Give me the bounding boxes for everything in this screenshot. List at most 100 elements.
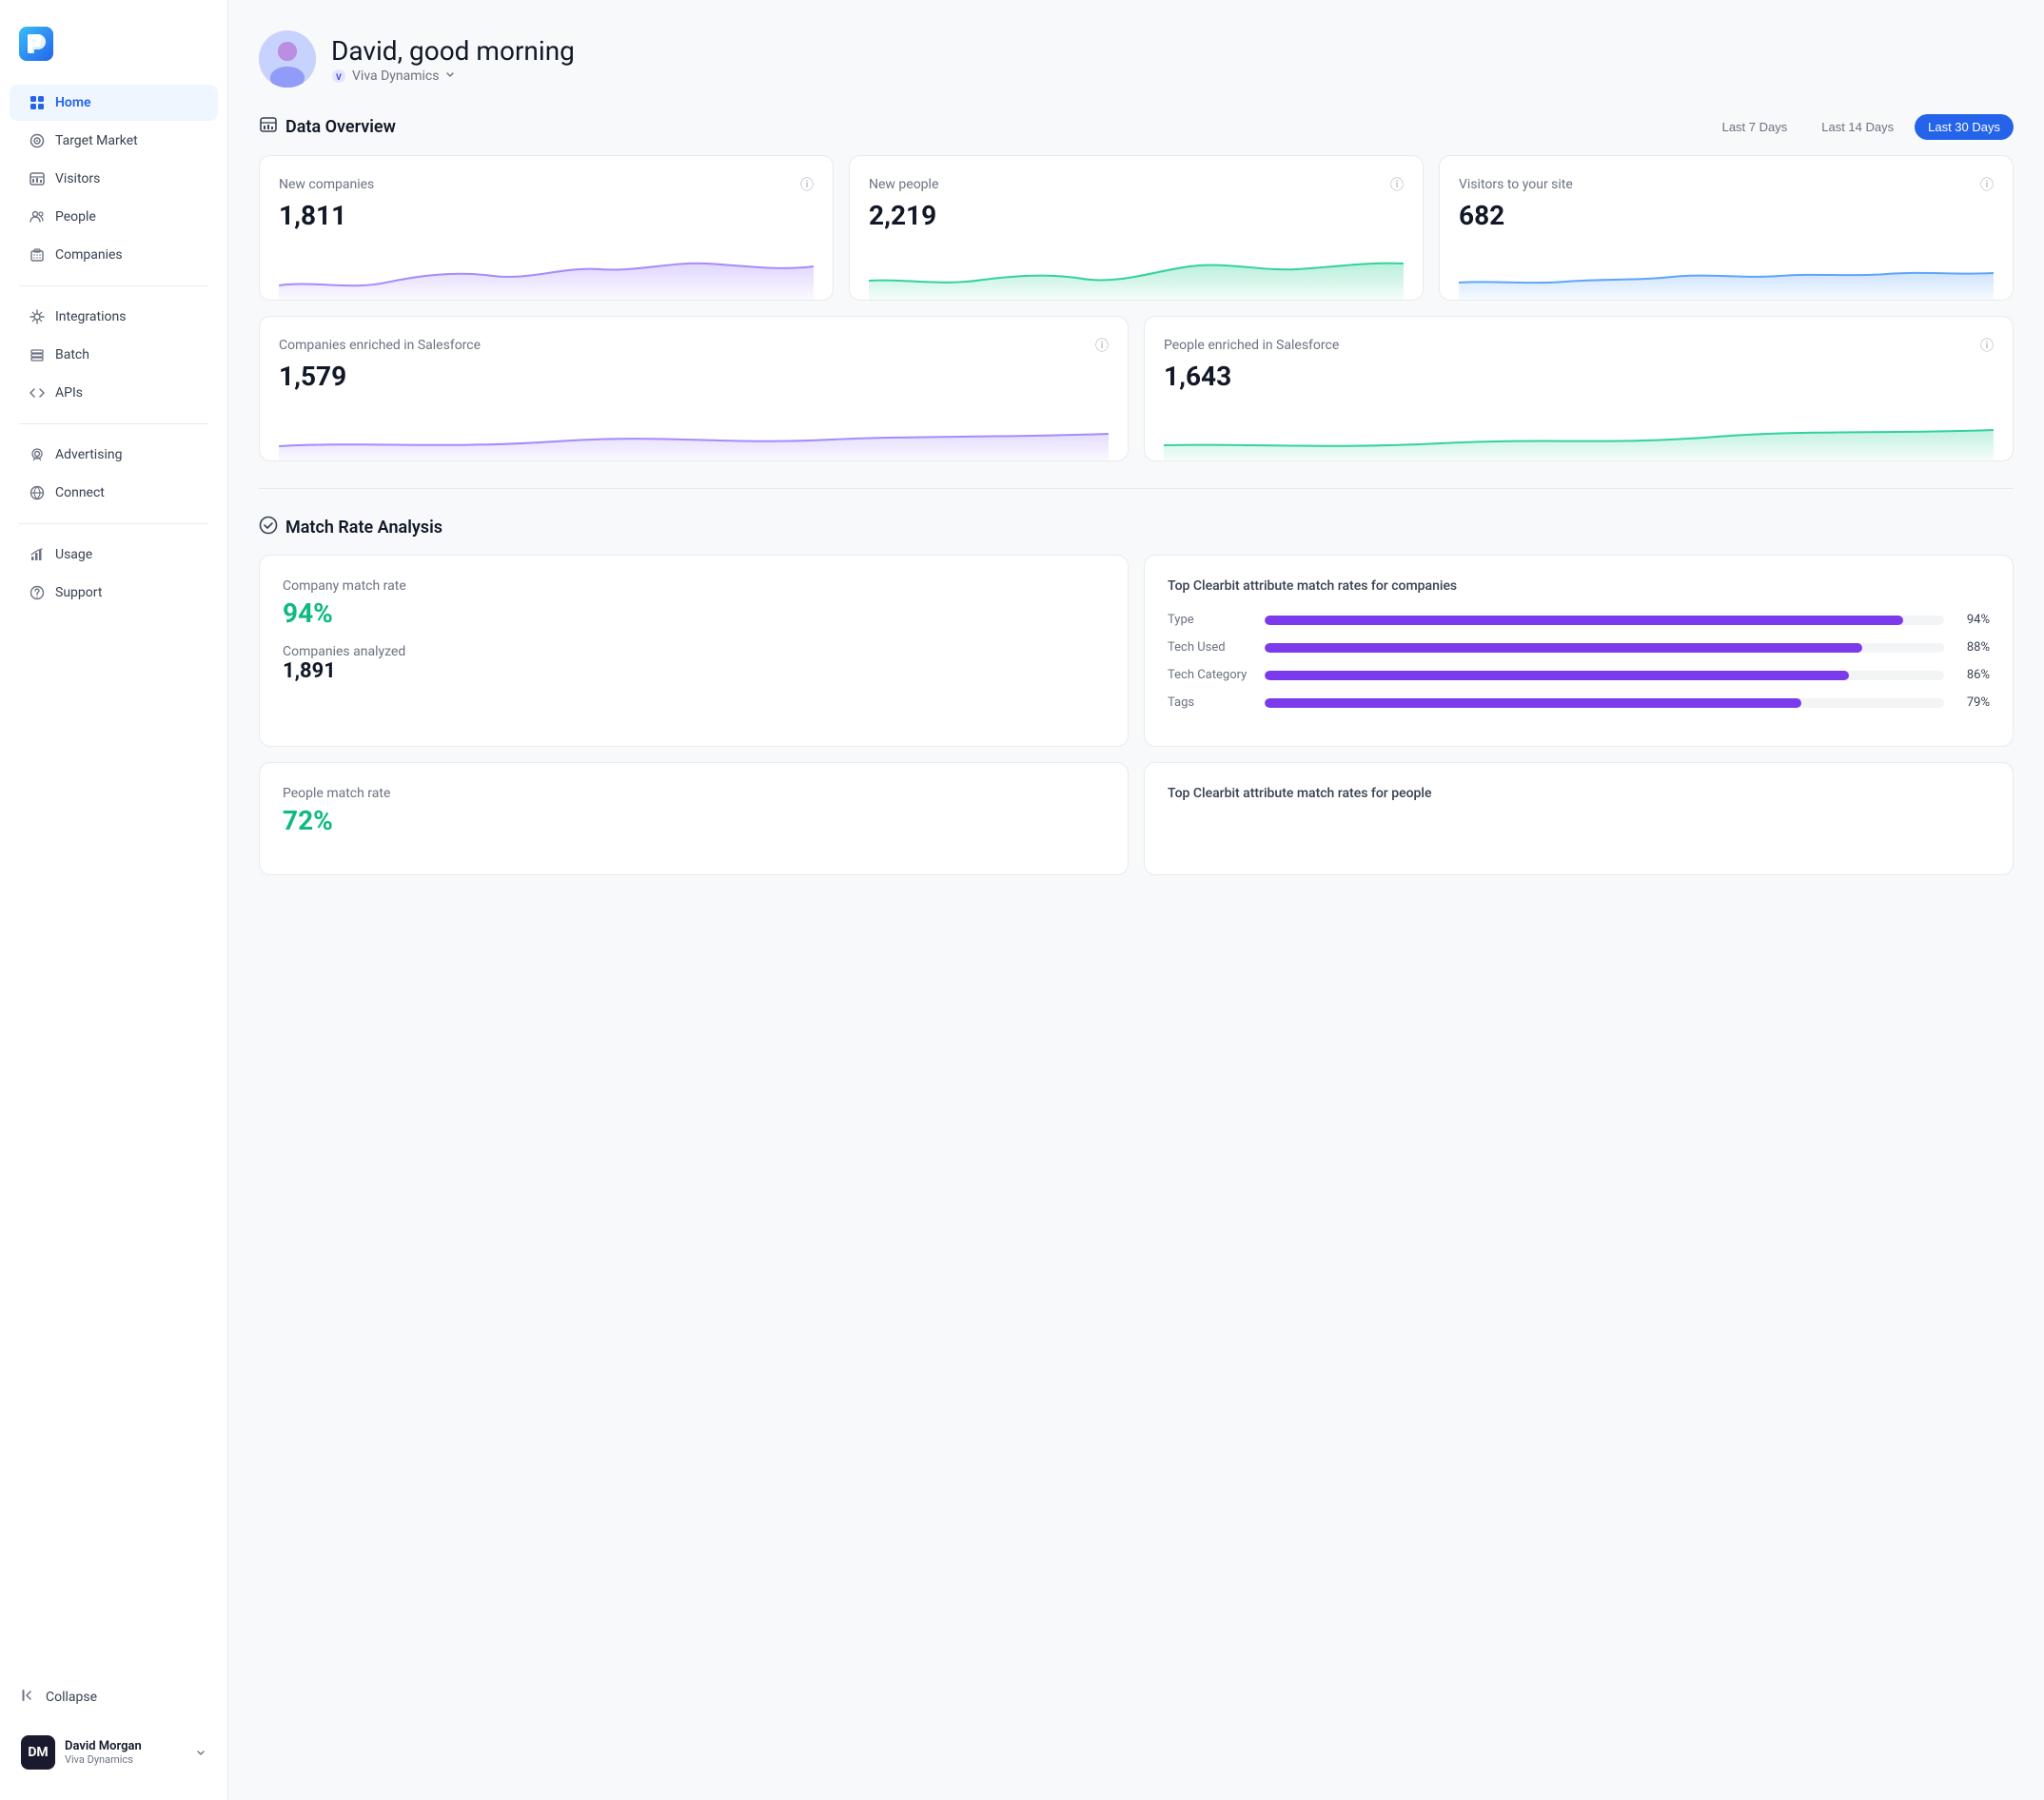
- user-info: David Morgan Viva Dynamics: [65, 1739, 186, 1766]
- sidebar-item-label: People: [55, 209, 96, 225]
- people-bar-chart-card: Top Clearbit attribute match rates for p…: [1144, 762, 2014, 875]
- company-bar-chart-card: Top Clearbit attribute match rates for c…: [1144, 555, 2014, 747]
- nav-divider-3: [19, 523, 208, 524]
- sidebar-item-integrations[interactable]: Integrations: [10, 299, 218, 335]
- sidebar-item-advertising[interactable]: Advertising: [10, 437, 218, 473]
- advertising-icon: [29, 446, 46, 463]
- company-match-rate-label: Company match rate: [283, 578, 1105, 594]
- new-companies-card: New companies ⓘ 1,811: [259, 155, 834, 301]
- data-overview-label: Data Overview: [285, 117, 396, 137]
- sidebar-item-target-market[interactable]: Target Market: [10, 123, 218, 159]
- people-enriched-label: People enriched in Salesforce: [1164, 338, 1339, 353]
- sidebar-item-label: Visitors: [55, 171, 100, 186]
- greeting-name: David,: [331, 35, 403, 67]
- new-people-card: New people ⓘ 2,219: [849, 155, 1424, 301]
- org-name: Viva Dynamics: [352, 68, 439, 84]
- people-match-rate-label: People match rate: [283, 786, 1105, 801]
- time-filter-group: Last 7 Days Last 14 Days Last 30 Days: [1709, 114, 2014, 140]
- new-people-label: New people: [869, 177, 938, 192]
- sidebar-item-support[interactable]: Support: [10, 575, 218, 611]
- people-enriched-card: People enriched in Salesforce ⓘ 1,643: [1144, 316, 2014, 461]
- people-match-rate-card: People match rate 72%: [259, 762, 1129, 875]
- section-divider-1: [259, 488, 2014, 489]
- bar-pct: 86%: [1956, 668, 1990, 682]
- visitors-icon: [29, 170, 46, 187]
- org-icon: V: [331, 68, 346, 84]
- org-row: V Viva Dynamics: [331, 68, 575, 84]
- visitors-info-icon[interactable]: ⓘ: [1980, 175, 1994, 194]
- match-rate-icon: [259, 516, 278, 539]
- new-companies-value: 1,811: [279, 200, 814, 231]
- sidebar-item-label: Support: [55, 585, 102, 600]
- bar-fill: [1265, 616, 1903, 625]
- target-icon: [29, 132, 46, 149]
- bar-label: Tech Category: [1168, 668, 1253, 682]
- company-match-rate-card: Company match rate 94% Companies analyze…: [259, 555, 1129, 747]
- data-overview-icon: [259, 115, 278, 139]
- match-rate-header: Match Rate Analysis: [259, 516, 2014, 539]
- usage-icon: [29, 546, 46, 563]
- sidebar-item-visitors[interactable]: Visitors: [10, 161, 218, 197]
- people-match-rate-value: 72%: [283, 805, 1105, 836]
- new-people-info-icon[interactable]: ⓘ: [1390, 175, 1404, 194]
- people-enriched-info-icon[interactable]: ⓘ: [1980, 336, 1994, 355]
- sidebar-item-label: Integrations: [55, 309, 126, 324]
- companies-analyzed-label: Companies analyzed: [283, 644, 1105, 659]
- companies-icon: [29, 246, 46, 264]
- sidebar-item-label: Batch: [55, 347, 89, 362]
- bar-track: [1265, 671, 1944, 680]
- people-bar-chart-title: Top Clearbit attribute match rates for p…: [1168, 786, 1990, 801]
- companies-enriched-info-icon[interactable]: ⓘ: [1095, 336, 1109, 355]
- bar-track: [1265, 643, 1944, 653]
- data-overview-header: Data Overview Last 7 Days Last 14 Days L…: [259, 114, 2014, 140]
- bar-label: Tech Used: [1168, 640, 1253, 655]
- user-company: Viva Dynamics: [65, 1753, 186, 1766]
- match-rate-row-1: Company match rate 94% Companies analyze…: [259, 555, 2014, 747]
- sidebar-item-home[interactable]: Home: [10, 85, 218, 121]
- sidebar-item-batch[interactable]: Batch: [10, 337, 218, 373]
- user-avatar: DM: [21, 1735, 55, 1770]
- sidebar: Home Target Market Visitors: [0, 0, 228, 1800]
- time-filter-14-days[interactable]: Last 14 Days: [1808, 114, 1907, 140]
- home-icon: [29, 94, 46, 111]
- app-logo: [19, 27, 53, 61]
- visitors-card: Visitors to your site ⓘ 682: [1439, 155, 2014, 301]
- sidebar-item-apis[interactable]: APIs: [10, 375, 218, 411]
- user-profile-avatar: [259, 30, 316, 88]
- collapse-button[interactable]: Collapse: [10, 1678, 218, 1716]
- greeting-suffix: good morning: [403, 35, 575, 67]
- sidebar-item-people[interactable]: People: [10, 199, 218, 235]
- new-companies-info-icon[interactable]: ⓘ: [800, 175, 814, 194]
- sidebar-item-companies[interactable]: Companies: [10, 237, 218, 273]
- people-enriched-sparkline: [1164, 403, 1994, 460]
- data-overview-title: Data Overview: [259, 115, 396, 139]
- sidebar-item-connect[interactable]: Connect: [10, 475, 218, 511]
- page-header: David, good morning V Viva Dynamics: [259, 30, 2014, 88]
- companies-enriched-card: Companies enriched in Salesforce ⓘ 1,579: [259, 316, 1129, 461]
- companies-enriched-sparkline: [279, 403, 1109, 460]
- time-filter-7-days[interactable]: Last 7 Days: [1709, 114, 1801, 140]
- bar-fill: [1265, 643, 1862, 653]
- nav-divider-1: [19, 285, 208, 286]
- connect-icon: [29, 484, 46, 501]
- apis-icon: [29, 384, 46, 401]
- stat-cards-row-1: New companies ⓘ 1,811: [259, 155, 2014, 301]
- user-menu[interactable]: DM David Morgan Viva Dynamics: [10, 1724, 218, 1781]
- bar-row: Type 94%: [1168, 613, 1990, 627]
- user-name: David Morgan: [65, 1739, 186, 1753]
- new-companies-sparkline: [279, 243, 814, 300]
- svg-text:V: V: [336, 73, 342, 83]
- org-chevron-icon[interactable]: [444, 68, 456, 83]
- company-match-rate-value: 94%: [283, 597, 1105, 629]
- time-filter-30-days[interactable]: Last 30 Days: [1915, 114, 2014, 140]
- sidebar-item-label: Usage: [55, 547, 92, 562]
- sidebar-item-usage[interactable]: Usage: [10, 537, 218, 573]
- visitors-value: 682: [1459, 200, 1994, 231]
- bar-label: Tags: [1168, 695, 1253, 710]
- collapse-icon: [21, 1688, 36, 1707]
- sidebar-item-label: APIs: [55, 385, 83, 401]
- sidebar-item-label: Home: [55, 95, 91, 110]
- bar-pct: 79%: [1956, 695, 1990, 710]
- nav-divider-2: [19, 423, 208, 424]
- support-icon: [29, 584, 46, 601]
